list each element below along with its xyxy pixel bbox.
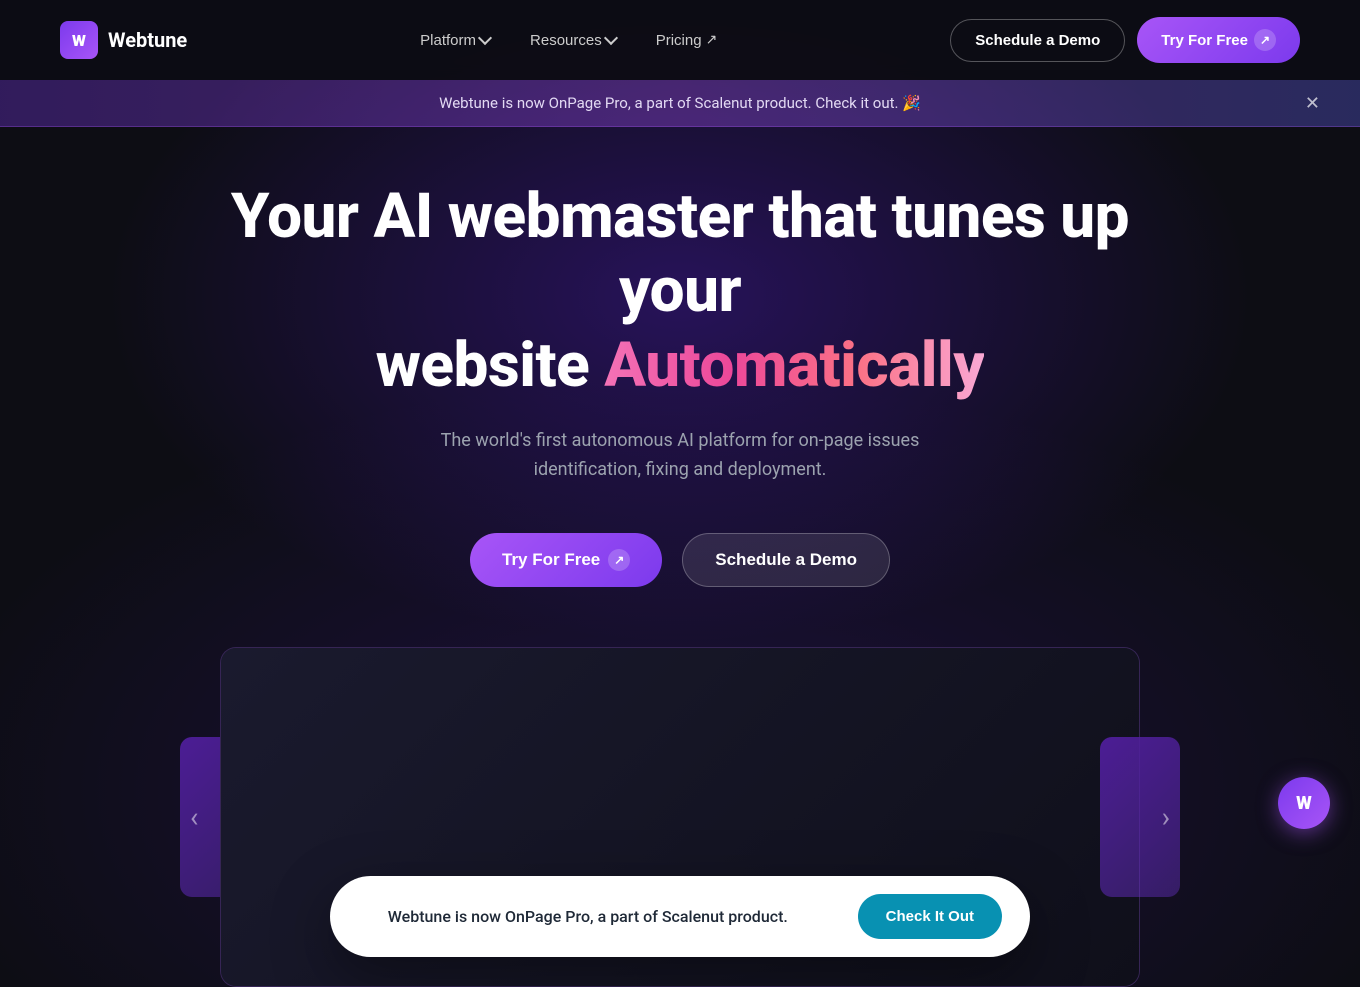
logo-icon: W (60, 21, 98, 59)
badge-icon: W (1296, 793, 1312, 814)
try-for-free-button[interactable]: Try For Free ↗ (1137, 17, 1300, 63)
hero-schedule-demo-button[interactable]: Schedule a Demo (682, 533, 890, 587)
hero-heading: Your AI webmaster that tunes up your web… (230, 180, 1130, 403)
hero-try-free-button[interactable]: Try For Free ↗ (470, 533, 662, 587)
hero-section: Your AI webmaster that tunes up your web… (0, 0, 1360, 987)
nav-platform[interactable]: Platform (404, 24, 506, 57)
chevron-down-icon (478, 31, 492, 45)
hero-title-line2-plain: website (376, 329, 605, 402)
prev-arrow-icon[interactable]: ‹ (190, 800, 198, 833)
schedule-demo-button[interactable]: Schedule a Demo (950, 19, 1125, 62)
close-icon[interactable]: ✕ (1305, 93, 1320, 114)
nav-resources[interactable]: Resources (514, 24, 632, 57)
floating-badge[interactable]: W (1278, 777, 1330, 829)
video-section: ‹ › Webtune is now OnPage Pro, a part of… (180, 647, 1180, 987)
external-link-icon: ↗ (706, 31, 718, 48)
nav-actions: Schedule a Demo Try For Free ↗ (950, 17, 1300, 63)
navigation: W Webtune Platform Resources Pricing ↗ S… (0, 0, 1360, 80)
arrow-icon: ↗ (1254, 29, 1276, 51)
right-decoration: › (1100, 737, 1180, 897)
arrow-icon: ↗ (608, 549, 630, 571)
hero-title-gradient: Automatically (604, 329, 984, 402)
hero-title-line1: Your AI webmaster that tunes up your (231, 180, 1129, 327)
check-it-out-button[interactable]: Check It Out (858, 894, 1002, 939)
notification-banner: Webtune is now OnPage Pro, a part of Sca… (330, 876, 1030, 957)
announcement-text: Webtune is now OnPage Pro, a part of Sca… (439, 94, 921, 112)
announcement-bar: Webtune is now OnPage Pro, a part of Sca… (0, 80, 1360, 127)
hero-cta-buttons: Try For Free ↗ Schedule a Demo (0, 533, 1360, 587)
nav-pricing[interactable]: Pricing ↗ (640, 24, 734, 57)
notification-text: Webtune is now OnPage Pro, a part of Sca… (358, 907, 818, 926)
chevron-down-icon (604, 31, 618, 45)
hero-subtitle: The world's first autonomous AI platform… (400, 427, 960, 485)
next-arrow-icon[interactable]: › (1162, 800, 1170, 833)
brand-name: Webtune (108, 28, 187, 52)
brand-logo[interactable]: W Webtune (60, 21, 187, 59)
nav-links: Platform Resources Pricing ↗ (404, 24, 733, 57)
